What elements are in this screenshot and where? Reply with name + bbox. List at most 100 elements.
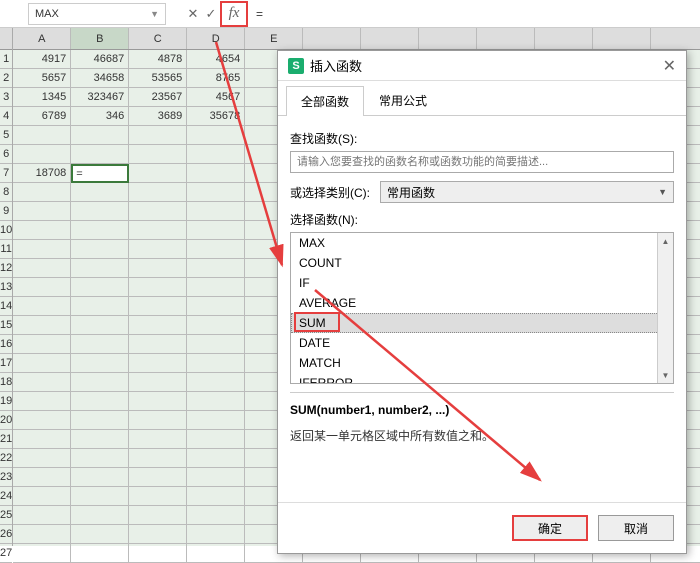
cell[interactable] (13, 544, 71, 563)
formula-accept-button[interactable]: ✓ (202, 4, 220, 24)
row-header[interactable]: 4 (0, 107, 12, 126)
row-header[interactable]: 7 (0, 164, 12, 183)
cell[interactable]: 18708 (13, 164, 71, 183)
cell[interactable] (13, 487, 71, 506)
cell[interactable] (187, 430, 245, 449)
row-header[interactable]: 8 (0, 183, 12, 202)
row-header[interactable]: 20 (0, 411, 12, 430)
cell[interactable] (13, 126, 71, 145)
cell[interactable] (129, 164, 187, 183)
cell[interactable] (187, 278, 245, 297)
cell[interactable] (187, 468, 245, 487)
cell[interactable] (129, 487, 187, 506)
row-header[interactable]: 27 (0, 544, 12, 563)
cell[interactable] (129, 221, 187, 240)
row-header[interactable]: 5 (0, 126, 12, 145)
function-list[interactable]: MAXCOUNTIFAVERAGESUMDATEMATCHIFERROR ▲ ▼ (290, 232, 674, 384)
cell[interactable] (71, 525, 129, 544)
row-header[interactable]: 12 (0, 259, 12, 278)
insert-function-button[interactable]: fx (225, 4, 243, 24)
cell[interactable] (71, 297, 129, 316)
cell[interactable] (71, 430, 129, 449)
cell[interactable]: 5657 (13, 69, 71, 88)
category-select[interactable]: 常用函数 ▼ (380, 181, 674, 203)
cell[interactable] (129, 525, 187, 544)
search-input[interactable] (290, 151, 674, 173)
name-box[interactable]: MAX ▼ (28, 3, 166, 25)
cell[interactable] (71, 411, 129, 430)
column-header[interactable]: E (245, 28, 303, 49)
row-header[interactable]: 21 (0, 430, 12, 449)
function-item[interactable]: IF (291, 273, 673, 293)
column-header[interactable]: B (71, 28, 129, 49)
function-item[interactable]: SUM (291, 313, 673, 333)
cell[interactable] (71, 468, 129, 487)
function-item[interactable]: MATCH (291, 353, 673, 373)
cell[interactable] (129, 297, 187, 316)
cell[interactable] (187, 316, 245, 335)
scroll-up-icon[interactable]: ▲ (658, 233, 673, 249)
cancel-button[interactable]: 取消 (598, 515, 674, 541)
cell[interactable] (71, 487, 129, 506)
cell[interactable]: 4917 (13, 50, 71, 69)
cell[interactable] (129, 316, 187, 335)
row-header[interactable]: 17 (0, 354, 12, 373)
cell[interactable] (13, 392, 71, 411)
column-header[interactable] (651, 28, 700, 49)
cell[interactable] (13, 506, 71, 525)
column-header[interactable] (303, 28, 361, 49)
cell[interactable] (71, 449, 129, 468)
select-all-corner[interactable] (0, 28, 12, 50)
row-header[interactable]: 24 (0, 487, 12, 506)
row-header[interactable]: 22 (0, 449, 12, 468)
cell[interactable]: 1345 (13, 88, 71, 107)
tab-common-formulas[interactable]: 常用公式 (364, 85, 442, 115)
row-header[interactable]: 1 (0, 50, 12, 69)
cell[interactable] (13, 335, 71, 354)
cell[interactable] (129, 506, 187, 525)
cell[interactable]: 3689 (129, 107, 187, 126)
cell[interactable] (129, 259, 187, 278)
cell[interactable]: 323467 (71, 88, 129, 107)
cell[interactable] (71, 316, 129, 335)
function-item[interactable]: IFERROR (291, 373, 673, 384)
cell[interactable]: 4567 (187, 88, 245, 107)
function-item[interactable]: DATE (291, 333, 673, 353)
formula-cancel-button[interactable]: ✕ (184, 4, 202, 24)
row-header[interactable]: 26 (0, 525, 12, 544)
cell[interactable] (129, 449, 187, 468)
column-header[interactable] (477, 28, 535, 49)
cell[interactable] (187, 544, 245, 563)
function-item[interactable]: AVERAGE (291, 293, 673, 313)
cell[interactable] (187, 411, 245, 430)
cell[interactable] (71, 335, 129, 354)
cell[interactable] (187, 202, 245, 221)
cell[interactable] (129, 240, 187, 259)
cell[interactable] (71, 278, 129, 297)
cell[interactable]: 4654 (187, 50, 245, 69)
cell[interactable] (129, 468, 187, 487)
cell[interactable] (187, 183, 245, 202)
cell[interactable] (71, 506, 129, 525)
cell[interactable] (187, 487, 245, 506)
cell[interactable] (13, 411, 71, 430)
cell[interactable] (13, 240, 71, 259)
cell[interactable] (129, 430, 187, 449)
cell[interactable] (129, 126, 187, 145)
cell[interactable]: 34658 (71, 69, 129, 88)
cell[interactable] (129, 335, 187, 354)
cell[interactable] (187, 259, 245, 278)
scrollbar[interactable]: ▲ ▼ (657, 233, 673, 383)
cell[interactable]: 6789 (13, 107, 71, 126)
cell[interactable] (71, 145, 129, 164)
cell[interactable] (71, 392, 129, 411)
cell[interactable] (13, 278, 71, 297)
cell[interactable] (13, 202, 71, 221)
cell[interactable] (71, 221, 129, 240)
cell[interactable] (71, 544, 129, 563)
cell[interactable] (187, 297, 245, 316)
cell[interactable]: 35678 (187, 107, 245, 126)
cell[interactable] (13, 316, 71, 335)
column-header[interactable]: D (187, 28, 245, 49)
cell[interactable] (129, 202, 187, 221)
